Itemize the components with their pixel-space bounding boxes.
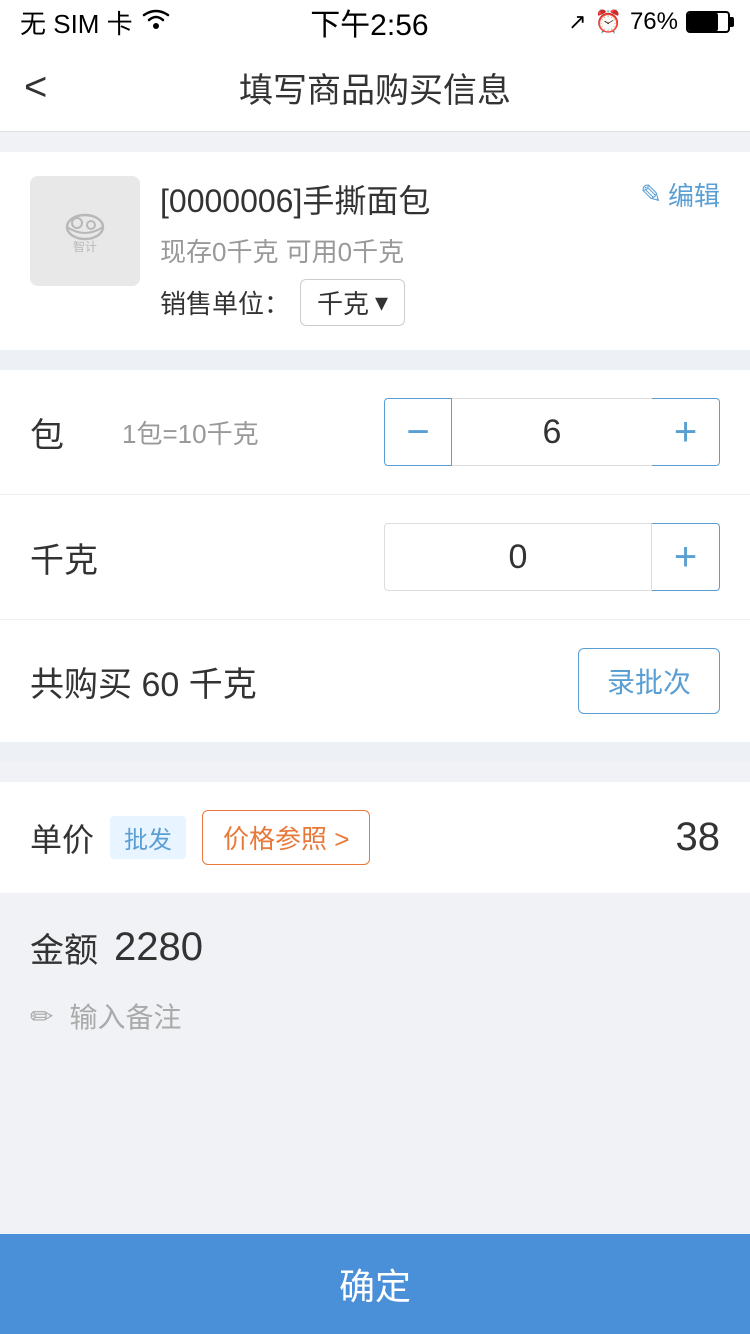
section-separator-2: [0, 742, 750, 762]
kg-input[interactable]: [384, 523, 652, 591]
remark-row[interactable]: ✏ 输入备注: [30, 996, 720, 1036]
battery-percent: 76%: [630, 8, 678, 36]
product-image: 智计: [30, 176, 140, 286]
confirm-button[interactable]: 确定: [0, 1234, 750, 1334]
edit-icon: ✎: [640, 179, 662, 210]
status-right: ↗ ⏰ 76%: [568, 8, 730, 36]
amount-value: 2280: [114, 925, 203, 970]
price-badge: 批发: [110, 816, 186, 859]
status-time: 下午2:56: [310, 0, 428, 44]
bao-input[interactable]: [452, 398, 652, 466]
svg-text:智计: 智计: [73, 239, 97, 254]
total-row: 共购买 60 千克 录批次: [0, 620, 750, 742]
pencil-icon: ✏: [30, 1000, 53, 1033]
price-label: 单价: [30, 815, 94, 861]
status-left: 无 SIM 卡: [20, 4, 171, 41]
section-separator-1: [0, 350, 750, 370]
carrier-text: 无 SIM 卡: [20, 4, 133, 41]
status-bar: 无 SIM 卡 下午2:56 ↗ ⏰ 76%: [0, 0, 750, 44]
edit-button[interactable]: ✎ 编辑: [640, 176, 720, 213]
unit-value: 千克: [317, 284, 369, 321]
price-value: 38: [676, 815, 721, 860]
alarm-icon: ⏰: [595, 9, 622, 35]
page-title: 填写商品购买信息: [239, 63, 511, 112]
product-stock: 现存0千克 可用0千克: [160, 232, 720, 269]
bao-minus-button[interactable]: −: [384, 398, 452, 466]
product-card: 智计 [0000006]手撕面包 现存0千克 可用0千克 销售单位： 千克 ▾ …: [0, 152, 750, 350]
wifi-icon: [141, 7, 171, 38]
bao-label: 包: [30, 408, 110, 457]
amount-row: 金额 2280: [30, 923, 720, 972]
back-button[interactable]: <: [24, 65, 47, 110]
amount-label: 金额: [30, 923, 98, 972]
kg-controls: +: [384, 523, 720, 591]
chevron-down-icon: ▾: [375, 287, 388, 318]
product-unit-row: 销售单位： 千克 ▾: [160, 279, 720, 326]
bao-row: 包 1包=10千克 − +: [0, 370, 750, 495]
batch-button[interactable]: 录批次: [578, 648, 720, 714]
total-label: 共购买 60 千克: [30, 657, 257, 706]
kg-row: 千克 +: [0, 495, 750, 620]
location-icon: ↗: [568, 9, 586, 35]
kg-plus-button[interactable]: +: [652, 523, 720, 591]
remark-placeholder: 输入备注: [69, 996, 181, 1036]
nav-bar: < 填写商品购买信息: [0, 44, 750, 132]
bao-plus-button[interactable]: +: [652, 398, 720, 466]
product-info: [0000006]手撕面包 现存0千克 可用0千克 销售单位： 千克 ▾: [160, 176, 720, 326]
price-ref-label: 价格参照 >: [223, 819, 349, 856]
price-ref-button[interactable]: 价格参照 >: [202, 810, 370, 865]
product-name: [0000006]手撕面包: [160, 176, 720, 222]
kg-label: 千克: [30, 533, 110, 582]
battery-icon: [686, 11, 730, 33]
edit-label: 编辑: [668, 176, 720, 213]
bao-sublabel: 1包=10千克: [122, 414, 384, 451]
spacer: [0, 1135, 750, 1234]
unit-label: 销售单位：: [160, 284, 290, 321]
quantity-section: 包 1包=10千克 − + 千克 + 共购买 60 千克 录批次: [0, 370, 750, 742]
bao-controls: − +: [384, 398, 720, 466]
price-section: 单价 批发 价格参照 > 38: [0, 782, 750, 893]
unit-select[interactable]: 千克 ▾: [300, 279, 405, 326]
amount-section: 金额 2280 ✏ 输入备注: [0, 893, 750, 1135]
